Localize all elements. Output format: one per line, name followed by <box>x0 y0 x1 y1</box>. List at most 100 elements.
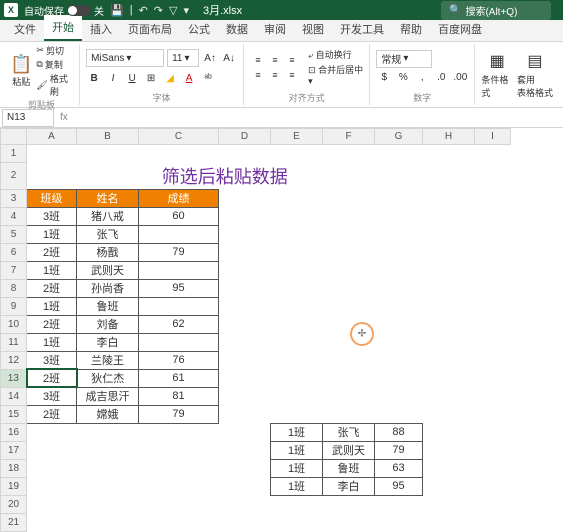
cell[interactable]: 猪八戒 <box>77 207 139 225</box>
row-header[interactable]: 2 <box>1 163 27 190</box>
tab-review[interactable]: 审阅 <box>256 17 294 41</box>
table-header[interactable]: 班级 <box>27 189 77 207</box>
cell[interactable]: 1班 <box>271 477 323 495</box>
table-header[interactable]: 姓名 <box>77 189 139 207</box>
font-size-select[interactable]: 11▾ <box>167 49 199 67</box>
font-color-button[interactable]: A <box>181 70 197 86</box>
comma-button[interactable]: , <box>414 70 430 86</box>
increase-font-button[interactable]: A↑ <box>202 50 218 66</box>
row-header[interactable]: 7 <box>1 261 27 279</box>
row-header[interactable]: 9 <box>1 297 27 315</box>
table-format-button[interactable]: ▤套用 表格格式 <box>517 51 553 99</box>
row-header[interactable]: 15 <box>1 405 27 423</box>
cell[interactable]: 孙尚香 <box>77 279 139 297</box>
row-header[interactable]: 8 <box>1 279 27 297</box>
row-header[interactable]: 11 <box>1 333 27 351</box>
cell[interactable]: 61 <box>139 369 219 387</box>
undo-icon[interactable]: ↶ <box>139 4 148 17</box>
cell[interactable]: 张飞 <box>323 423 375 441</box>
row-header[interactable]: 17 <box>1 441 27 459</box>
cell[interactable]: 62 <box>139 315 219 333</box>
cell[interactable]: 1班 <box>27 261 77 279</box>
tab-help[interactable]: 帮助 <box>392 17 430 41</box>
redo-icon[interactable]: ↷ <box>154 4 163 17</box>
inc-decimal-button[interactable]: .0 <box>433 70 449 86</box>
row-header[interactable]: 3 <box>1 189 27 207</box>
align-left-button[interactable]: ≡ <box>250 68 266 82</box>
row-header[interactable]: 13 <box>1 369 27 387</box>
cell[interactable]: 81 <box>139 387 219 405</box>
cell[interactable]: 2班 <box>27 315 77 333</box>
italic-button[interactable]: I <box>105 70 121 86</box>
cell[interactable]: 兰陵王 <box>77 351 139 369</box>
tab-data[interactable]: 数据 <box>218 17 256 41</box>
row-header[interactable]: 5 <box>1 225 27 243</box>
cell[interactable]: 3班 <box>27 207 77 225</box>
row-header[interactable]: 4 <box>1 207 27 225</box>
align-top-button[interactable]: ≡ <box>250 53 266 67</box>
cell[interactable]: 武则天 <box>323 441 375 459</box>
col-header[interactable]: C <box>139 129 219 145</box>
tab-formulas[interactable]: 公式 <box>180 17 218 41</box>
align-right-button[interactable]: ≡ <box>284 68 300 82</box>
col-header[interactable]: B <box>77 129 139 145</box>
cut-button[interactable]: ✂剪切 <box>36 44 64 57</box>
cell[interactable]: 1班 <box>27 333 77 351</box>
align-bot-button[interactable]: ≡ <box>284 53 300 67</box>
cell[interactable]: 张飞 <box>77 225 139 243</box>
cell-selected[interactable]: 2班 <box>27 369 77 387</box>
cell[interactable]: 嫦娥 <box>77 405 139 423</box>
bold-button[interactable]: B <box>86 70 102 86</box>
format-painter-button[interactable]: 🖌格式刷 <box>36 72 73 98</box>
cell[interactable]: 李白 <box>323 477 375 495</box>
cell[interactable]: 95 <box>139 279 219 297</box>
border-button[interactable]: ⊞ <box>143 70 159 86</box>
cell[interactable]: 76 <box>139 351 219 369</box>
dec-decimal-button[interactable]: .00 <box>452 70 468 86</box>
cell[interactable]: 鲁班 <box>77 297 139 315</box>
row-header[interactable]: 18 <box>1 459 27 477</box>
cell[interactable]: 狄仁杰 <box>77 369 139 387</box>
col-header[interactable]: D <box>219 129 271 145</box>
col-header[interactable]: G <box>375 129 423 145</box>
select-all-corner[interactable] <box>1 129 27 145</box>
tab-dev[interactable]: 开发工具 <box>332 17 392 41</box>
font-name-select[interactable]: MiSans▾ <box>86 49 164 67</box>
col-header[interactable]: F <box>323 129 375 145</box>
cell[interactable] <box>139 225 219 243</box>
cell[interactable]: 李白 <box>77 333 139 351</box>
cell[interactable]: 63 <box>375 459 423 477</box>
copy-button[interactable]: ⧉复制 <box>36 58 62 71</box>
row-header[interactable]: 14 <box>1 387 27 405</box>
cell[interactable]: 88 <box>375 423 423 441</box>
cell[interactable]: 武则天 <box>77 261 139 279</box>
align-mid-button[interactable]: ≡ <box>267 53 283 67</box>
cell[interactable]: 刘备 <box>77 315 139 333</box>
cell[interactable]: 1班 <box>27 225 77 243</box>
conditional-format-button[interactable]: ▦条件格式 <box>481 51 513 99</box>
cell[interactable]: 成吉思汗 <box>77 387 139 405</box>
filter-icon[interactable]: ▽ <box>169 4 177 17</box>
cell[interactable]: 2班 <box>27 243 77 261</box>
cell[interactable]: 3班 <box>27 351 77 369</box>
cell[interactable]: 79 <box>139 243 219 261</box>
currency-button[interactable]: $ <box>376 70 392 86</box>
row-header[interactable]: 21 <box>1 513 27 531</box>
cell[interactable]: 1班 <box>27 297 77 315</box>
cell[interactable]: 1班 <box>271 459 323 477</box>
phonetic-button[interactable]: ᵃᵇ <box>200 70 216 86</box>
cell[interactable]: 杨戬 <box>77 243 139 261</box>
row-header[interactable]: 16 <box>1 423 27 441</box>
row-header[interactable]: 20 <box>1 495 27 513</box>
col-header[interactable]: H <box>423 129 475 145</box>
cell[interactable] <box>139 333 219 351</box>
cell[interactable]: 1班 <box>271 441 323 459</box>
cell[interactable] <box>139 297 219 315</box>
cell[interactable]: 2班 <box>27 405 77 423</box>
cell[interactable]: 60 <box>139 207 219 225</box>
save-icon[interactable]: 💾 <box>110 4 124 17</box>
tab-baidu[interactable]: 百度网盘 <box>430 17 490 41</box>
name-box[interactable]: N13 <box>2 109 54 127</box>
decrease-font-button[interactable]: A↓ <box>221 50 237 66</box>
tab-view[interactable]: 视图 <box>294 17 332 41</box>
